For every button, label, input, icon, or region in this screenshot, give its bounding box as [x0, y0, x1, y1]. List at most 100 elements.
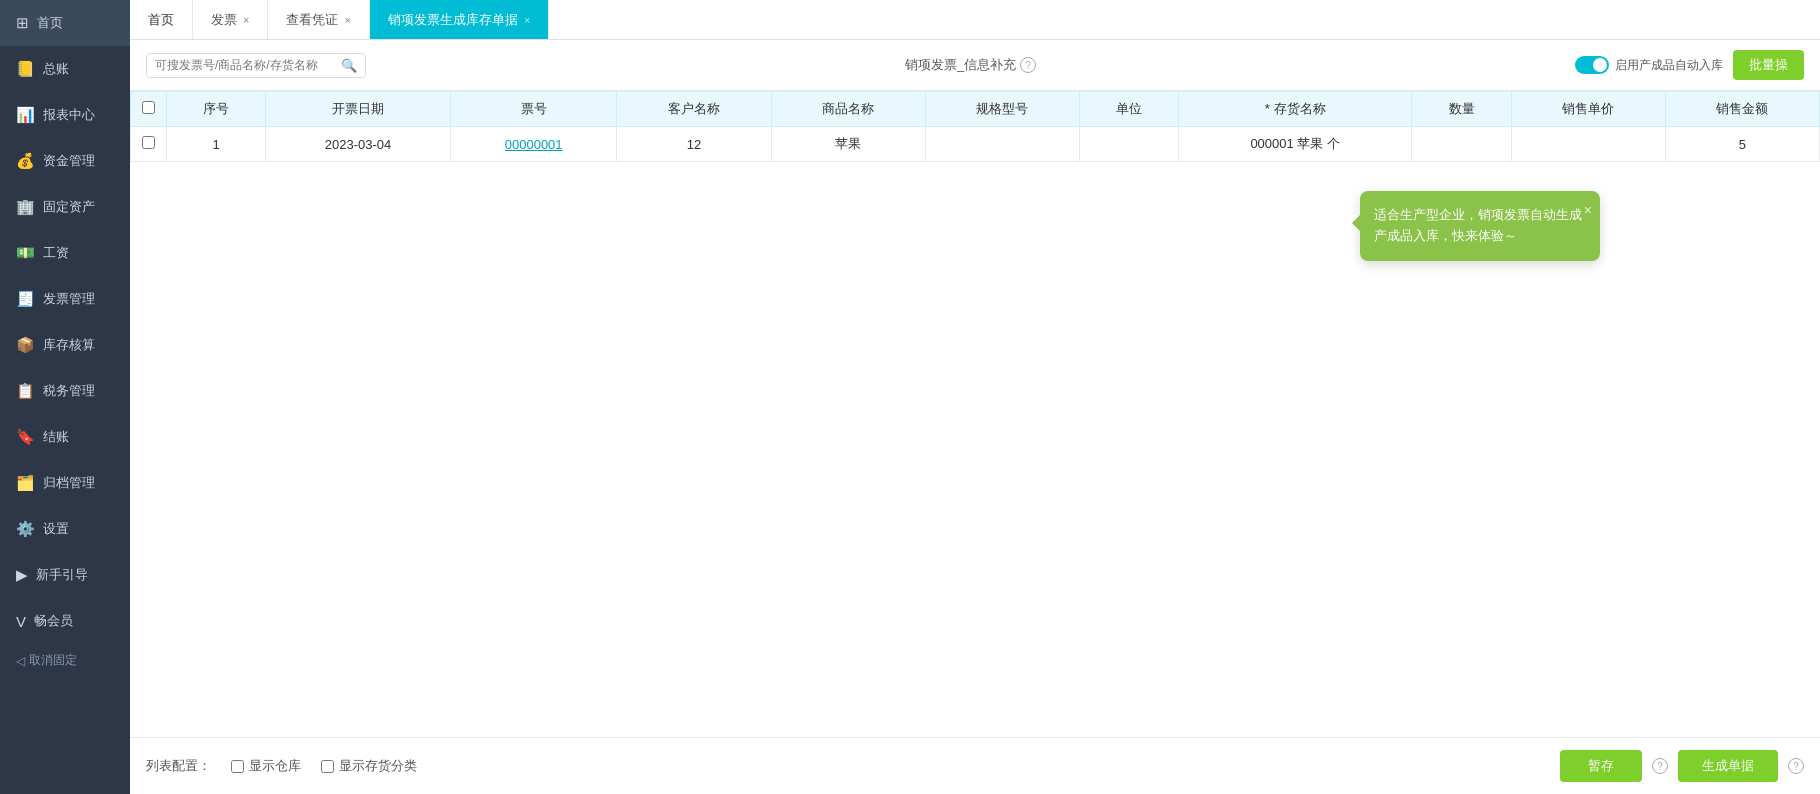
sidebar-item-label: 税务管理: [43, 382, 95, 400]
show-warehouse-checkbox[interactable]: [231, 760, 244, 773]
tooltip-text: 适合生产型企业，销项发票自动生成产成品入库，快来体验～: [1374, 207, 1582, 243]
toggle-label: 启用产成品自动入库: [1615, 57, 1723, 74]
toolbar: 🔍 销项发票_信息补充 ? 启用产成品自动入库 批量操: [130, 40, 1820, 91]
tab-home[interactable]: 首页: [130, 0, 193, 39]
toolbar-right: 启用产成品自动入库 批量操: [1575, 50, 1804, 80]
sidebar-item-label: 归档管理: [43, 474, 95, 492]
generate-button[interactable]: 生成单据: [1678, 750, 1778, 782]
sidebar-item-settlement[interactable]: 🔖 结账: [0, 414, 130, 460]
sidebar-item-archive[interactable]: 🗂️ 归档管理: [0, 460, 130, 506]
bottom-actions: 暂存 ? 生成单据 ?: [1560, 750, 1804, 782]
sidebar-item-reports[interactable]: 📊 报表中心: [0, 92, 130, 138]
tab-invoice[interactable]: 发票 ×: [193, 0, 268, 39]
search-icon: 🔍: [341, 58, 357, 73]
funds-icon: 💰: [16, 152, 35, 170]
tab-view-voucher[interactable]: 查看凭证 ×: [268, 0, 369, 39]
sidebar-item-payroll[interactable]: 💵 工资: [0, 230, 130, 276]
sidebar-item-label: 工资: [43, 244, 69, 262]
cancel-fixed-icon: ◁: [16, 654, 25, 668]
table-row: 1 2023-03-04 00000001 12 苹果 000001 苹果 个 …: [131, 127, 1820, 162]
col-price: 销售单价: [1511, 92, 1665, 127]
ledger-icon: 📒: [16, 60, 35, 78]
table-header-row: 序号 开票日期 票号 客户名称 商品名称 规格型号 单位 * 存货名称 数量 销…: [131, 92, 1820, 127]
inventory-icon: 📦: [16, 336, 35, 354]
bottom-bar: 列表配置： 显示仓库 显示存货分类 暂存 ? 生成单据 ?: [130, 737, 1820, 794]
save-help-icon[interactable]: ?: [1652, 758, 1668, 774]
sidebar-item-inventory[interactable]: 📦 库存核算: [0, 322, 130, 368]
batch-button[interactable]: 批量操: [1733, 50, 1804, 80]
search-input[interactable]: [155, 58, 341, 72]
sidebar-item-invoice-mgmt[interactable]: 🧾 发票管理: [0, 276, 130, 322]
main-content: 首页 发票 × 查看凭证 × 销项发票生成库存单据 × 🔍 销项发票_信息补充: [130, 0, 1820, 794]
sidebar-item-label: 总账: [43, 60, 69, 78]
sidebar-item-fixed-assets[interactable]: 🏢 固定资产: [0, 184, 130, 230]
tab-invoice-label: 发票: [211, 11, 237, 29]
sidebar-item-settings[interactable]: ⚙️ 设置: [0, 506, 130, 552]
page-body: 🔍 销项发票_信息补充 ? 启用产成品自动入库 批量操: [130, 40, 1820, 794]
sidebar-item-label: 发票管理: [43, 290, 95, 308]
generate-help-icon[interactable]: ?: [1788, 758, 1804, 774]
table-wrap: 序号 开票日期 票号 客户名称 商品名称 规格型号 单位 * 存货名称 数量 销…: [130, 91, 1820, 737]
col-date: 开票日期: [266, 92, 451, 127]
sidebar-item-funds[interactable]: 💰 资金管理: [0, 138, 130, 184]
cancel-fixed-button[interactable]: ◁ 取消固定: [0, 644, 130, 677]
tab-create-inventory-label: 销项发票生成库存单据: [388, 11, 518, 29]
sidebar-item-vip[interactable]: V 畅会员: [0, 598, 130, 644]
row-customer: 12: [617, 127, 771, 162]
col-inventory-name: * 存货名称: [1178, 92, 1412, 127]
search-input-wrap: 🔍: [146, 53, 366, 78]
row-checkbox[interactable]: [142, 136, 155, 149]
guide-icon: ▶: [16, 566, 28, 584]
sidebar-item-label: 畅会员: [34, 612, 73, 630]
tab-create-inventory-close[interactable]: ×: [524, 14, 530, 26]
show-inventory-category-label[interactable]: 显示存货分类: [321, 757, 417, 775]
sidebar-item-label: 设置: [43, 520, 69, 538]
col-ticket-no: 票号: [450, 92, 616, 127]
row-price: [1511, 127, 1665, 162]
col-qty: 数量: [1412, 92, 1511, 127]
sidebar-item-label: 新手引导: [36, 566, 88, 584]
sidebar-item-label: 报表中心: [43, 106, 95, 124]
show-warehouse-text: 显示仓库: [249, 757, 301, 775]
settings-icon: ⚙️: [16, 520, 35, 538]
toolbar-left: 🔍: [146, 53, 366, 78]
fixed-assets-icon: 🏢: [16, 198, 35, 216]
col-customer: 客户名称: [617, 92, 771, 127]
settlement-icon: 🔖: [16, 428, 35, 446]
sidebar-item-label: 结账: [43, 428, 69, 446]
sidebar-item-home[interactable]: ⊞ 首页: [0, 0, 130, 46]
ticket-no-link[interactable]: 00000001: [505, 137, 563, 152]
col-amount: 销售金额: [1665, 92, 1819, 127]
col-spec: 规格型号: [925, 92, 1079, 127]
row-product-name: 苹果: [771, 127, 925, 162]
cancel-fixed-label: 取消固定: [29, 652, 77, 669]
show-warehouse-label[interactable]: 显示仓库: [231, 757, 301, 775]
main-table: 序号 开票日期 票号 客户名称 商品名称 规格型号 单位 * 存货名称 数量 销…: [130, 91, 1820, 162]
tooltip-close-button[interactable]: ×: [1584, 199, 1592, 221]
tab-view-voucher-close[interactable]: ×: [344, 14, 350, 26]
col-seq: 序号: [167, 92, 266, 127]
col-product-name: 商品名称: [771, 92, 925, 127]
tab-bar: 首页 发票 × 查看凭证 × 销项发票生成库存单据 ×: [130, 0, 1820, 40]
auto-warehouse-toggle[interactable]: [1575, 56, 1609, 74]
select-all-checkbox[interactable]: [142, 101, 155, 114]
sidebar-item-ledger[interactable]: 📒 总账: [0, 46, 130, 92]
row-unit: [1079, 127, 1178, 162]
col-checkbox: [131, 92, 167, 127]
info-help-icon[interactable]: ?: [1020, 57, 1036, 73]
sidebar-item-guide[interactable]: ▶ 新手引导: [0, 552, 130, 598]
vip-icon: V: [16, 613, 26, 630]
sidebar-item-tax[interactable]: 📋 税务管理: [0, 368, 130, 414]
tax-icon: 📋: [16, 382, 35, 400]
row-checkbox-cell: [131, 127, 167, 162]
tab-invoice-close[interactable]: ×: [243, 14, 249, 26]
row-inventory-name: 000001 苹果 个: [1178, 127, 1412, 162]
tab-create-inventory[interactable]: 销项发票生成库存单据 ×: [370, 0, 549, 39]
show-inventory-category-text: 显示存货分类: [339, 757, 417, 775]
sidebar-item-label: 资金管理: [43, 152, 95, 170]
sidebar-item-label: 首页: [37, 14, 63, 32]
show-inventory-category-checkbox[interactable]: [321, 760, 334, 773]
row-date: 2023-03-04: [266, 127, 451, 162]
row-ticket-no: 00000001: [450, 127, 616, 162]
save-button[interactable]: 暂存: [1560, 750, 1642, 782]
